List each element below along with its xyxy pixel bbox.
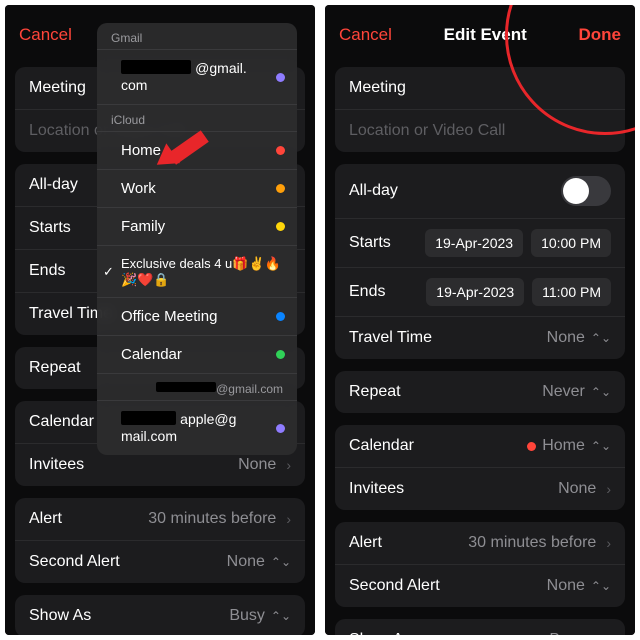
redacted-email <box>156 382 216 392</box>
end-date-button[interactable]: 19-Apr-2023 <box>426 278 524 306</box>
select-arrows-icon: ⌃⌄ <box>591 331 611 345</box>
dropdown-item-exclusive-deals[interactable]: ✓ Exclusive deals 4 u🎁✌️🔥🎉❤️🔒 <box>97 245 297 297</box>
title-text: Meeting <box>349 79 406 97</box>
showas-section: Show As Busy⌃⌄ <box>15 595 305 635</box>
right-screenshot: Cancel Edit Event Done Meeting Location … <box>325 5 635 635</box>
redacted-email <box>121 411 176 425</box>
select-arrows-icon: ⌃⌄ <box>591 579 611 593</box>
invitees-label: Invitees <box>29 456 84 474</box>
left-screen: Cancel Meeting Location or Video Call Al… <box>5 5 315 635</box>
ends-label: Ends <box>349 283 385 301</box>
select-arrows-icon: ⌃⌄ <box>591 633 611 635</box>
select-arrows-icon: ⌃⌄ <box>591 385 611 399</box>
invitees-value: None› <box>558 480 611 498</box>
invitees-label: Invitees <box>349 480 404 498</box>
alert-row[interactable]: Alert 30 minutes before› <box>15 498 305 540</box>
showas-value: Busy⌃⌄ <box>549 631 611 635</box>
second-alert-value: None⌃⌄ <box>547 577 611 595</box>
travel-time-row[interactable]: Travel Time None⌃⌄ <box>335 316 625 359</box>
calendar-label: Calendar <box>29 413 94 431</box>
travel-label: Travel Time <box>349 329 432 347</box>
allday-label: All-day <box>349 182 398 200</box>
redacted-email <box>121 60 191 74</box>
alert-row[interactable]: Alert 30 minutes before› <box>335 522 625 564</box>
chevron-right-icon: › <box>286 457 291 473</box>
left-screenshot: Cancel Meeting Location or Video Call Al… <box>5 5 315 635</box>
alert-section: Alert 30 minutes before› Second Alert No… <box>15 498 305 583</box>
chevron-right-icon: › <box>606 535 611 551</box>
starts-label: Starts <box>29 219 71 237</box>
invitees-value: None› <box>238 456 291 474</box>
calendar-color-dot <box>276 184 285 193</box>
showas-label: Show As <box>29 607 91 625</box>
second-alert-row[interactable]: Second Alert None⌃⌄ <box>335 564 625 607</box>
calendar-label: Calendar <box>349 437 414 455</box>
dropdown-section-other: @gmail.com <box>97 373 297 400</box>
dropdown-item-family[interactable]: Family <box>97 207 297 245</box>
alert-value: 30 minutes before› <box>148 510 291 528</box>
allday-row: All-day <box>335 164 625 218</box>
chevron-right-icon: › <box>286 511 291 527</box>
dropdown-section-gmail: Gmail <box>97 23 297 49</box>
dropdown-item-gmail-account[interactable]: @gmail. com <box>97 49 297 104</box>
calendar-color-dot <box>276 146 285 155</box>
showas-row[interactable]: Show As Busy⌃⌄ <box>335 619 625 635</box>
alert-value: 30 minutes before› <box>468 534 611 552</box>
second-alert-row[interactable]: Second Alert None⌃⌄ <box>15 540 305 583</box>
title-text: Meeting <box>29 79 86 97</box>
dropdown-item-calendar[interactable]: Calendar <box>97 335 297 373</box>
select-arrows-icon: ⌃⌄ <box>271 555 291 569</box>
cancel-button[interactable]: Cancel <box>339 25 392 45</box>
right-screen: Cancel Edit Event Done Meeting Location … <box>325 5 635 635</box>
dropdown-section-icloud: iCloud <box>97 104 297 131</box>
repeat-label: Repeat <box>349 383 401 401</box>
travel-value: None⌃⌄ <box>547 329 611 347</box>
second-alert-label: Second Alert <box>29 553 120 571</box>
alert-section: Alert 30 minutes before› Second Alert No… <box>335 522 625 607</box>
showas-section: Show As Busy⌃⌄ <box>335 619 625 635</box>
repeat-section: Repeat Never⌃⌄ <box>335 371 625 413</box>
start-date-button[interactable]: 19-Apr-2023 <box>425 229 523 257</box>
dropdown-item-office-meeting[interactable]: Office Meeting <box>97 297 297 335</box>
repeat-value: Never⌃⌄ <box>542 383 611 401</box>
dropdown-item-home[interactable]: Home <box>97 131 297 169</box>
showas-row[interactable]: Show As Busy⌃⌄ <box>15 595 305 635</box>
allday-label: All-day <box>29 176 78 194</box>
starts-row: Starts 19-Apr-2023 10:00 PM <box>335 218 625 267</box>
calendar-color-dot <box>276 424 285 433</box>
calendar-color-dot <box>276 222 285 231</box>
showas-label: Show As <box>349 631 411 635</box>
alert-label: Alert <box>349 534 382 552</box>
calendar-color-dot <box>276 350 285 359</box>
calendar-color-dot <box>276 312 285 321</box>
repeat-row[interactable]: Repeat Never⌃⌄ <box>335 371 625 413</box>
allday-toggle[interactable] <box>561 176 611 206</box>
location-placeholder: Location or Video Call <box>349 122 505 140</box>
calendar-color-dot <box>276 73 285 82</box>
second-alert-label: Second Alert <box>349 577 440 595</box>
calendar-value: Home⌃⌄ <box>527 437 611 455</box>
calendar-row[interactable]: Calendar Home⌃⌄ <box>335 425 625 467</box>
select-arrows-icon: ⌃⌄ <box>591 439 611 453</box>
start-time-button[interactable]: 10:00 PM <box>531 229 611 257</box>
invitees-row[interactable]: Invitees None› <box>335 467 625 510</box>
calendar-section: Calendar Home⌃⌄ Invitees None› <box>335 425 625 510</box>
calendar-color-dot <box>527 442 536 451</box>
second-alert-value: None⌃⌄ <box>227 553 291 571</box>
dropdown-item-work[interactable]: Work <box>97 169 297 207</box>
starts-label: Starts <box>349 234 391 252</box>
end-time-button[interactable]: 11:00 PM <box>532 278 611 306</box>
select-arrows-icon: ⌃⌄ <box>271 609 291 623</box>
time-section: All-day Starts 19-Apr-2023 10:00 PM Ends… <box>335 164 625 359</box>
dropdown-item-apple-account[interactable]: apple@g mail.com <box>97 400 297 455</box>
ends-row: Ends 19-Apr-2023 11:00 PM <box>335 267 625 316</box>
chevron-right-icon: › <box>606 481 611 497</box>
ends-label: Ends <box>29 262 65 280</box>
showas-value: Busy⌃⌄ <box>229 607 291 625</box>
repeat-label: Repeat <box>29 359 81 377</box>
calendar-picker-dropdown: Gmail @gmail. com iCloud Home Work Famil… <box>97 23 297 455</box>
alert-label: Alert <box>29 510 62 528</box>
check-icon: ✓ <box>103 264 114 280</box>
cancel-button[interactable]: Cancel <box>19 25 72 45</box>
